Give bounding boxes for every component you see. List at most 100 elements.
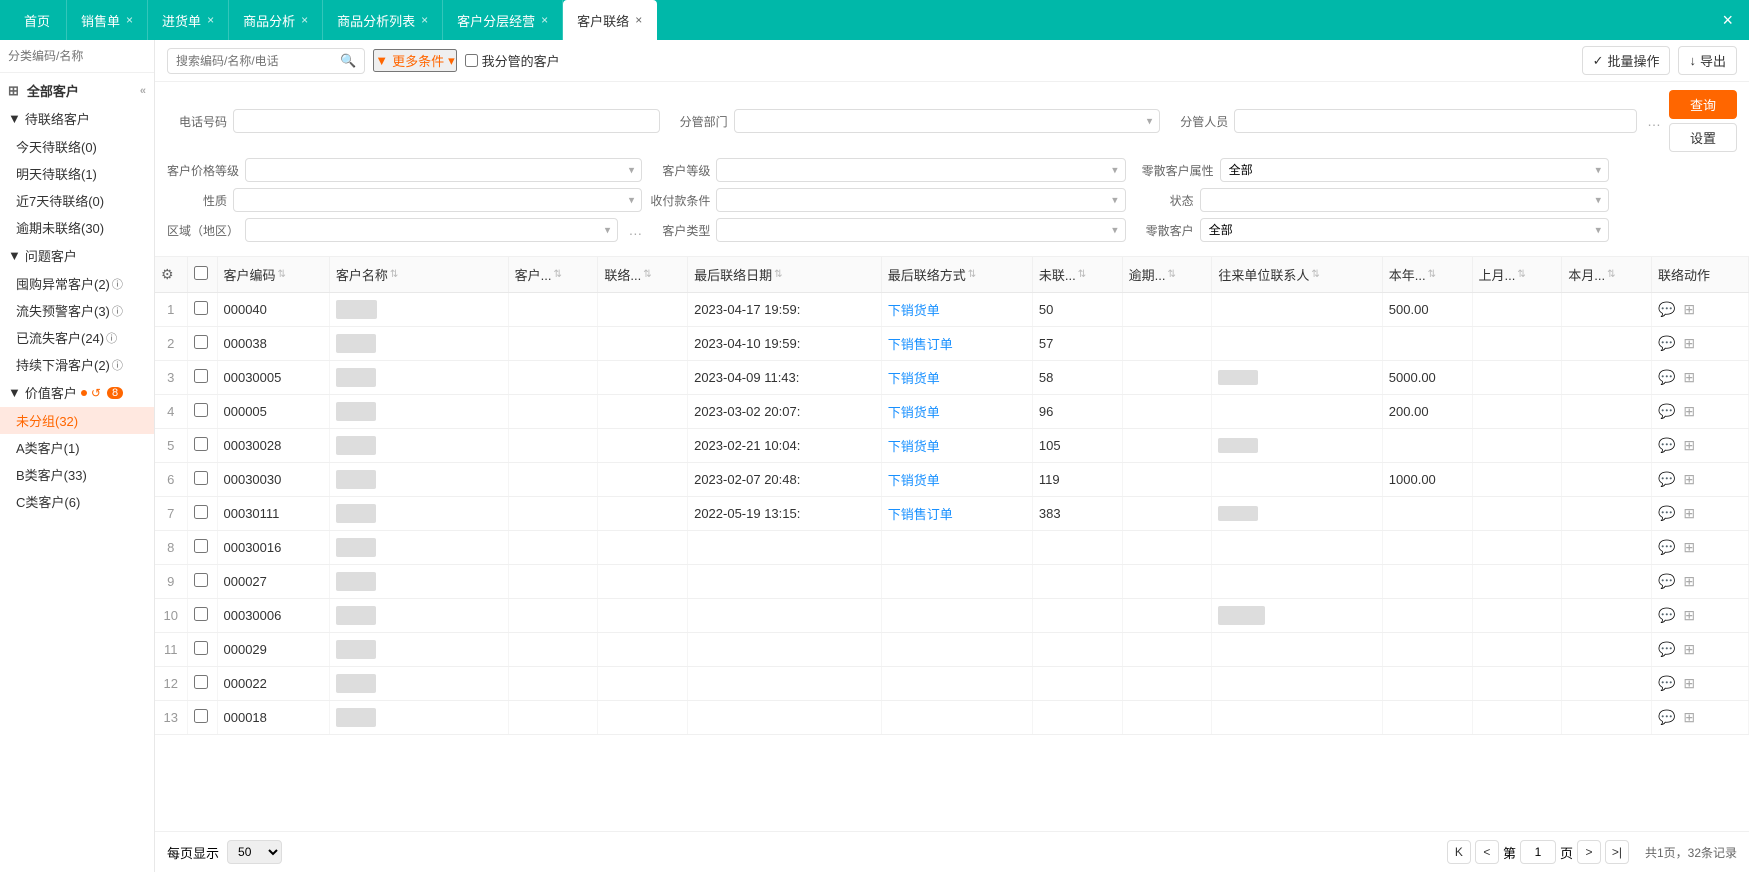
last-method-link[interactable]: 下销货单	[888, 439, 940, 454]
chat-action-icon[interactable]: 💬	[1658, 539, 1675, 556]
chat-action-icon[interactable]: 💬	[1658, 301, 1675, 318]
row-checkbox[interactable]	[194, 437, 208, 451]
sidebar-item-declining[interactable]: 持续下滑客户(2) ⓘ	[0, 351, 154, 378]
filter-price-level-select[interactable]	[245, 158, 642, 182]
close-purchase-tab-icon[interactable]: ×	[207, 13, 214, 27]
col-checkbox[interactable]	[187, 257, 217, 293]
last-method-link[interactable]: 下销售订单	[888, 337, 953, 352]
chat-action-icon[interactable]: 💬	[1658, 471, 1675, 488]
sidebar-item-ungroup[interactable]: 未分组(32)	[0, 407, 154, 434]
all-customers-header[interactable]: ⊞ 全部客户 «	[0, 73, 154, 104]
page-number-input[interactable]	[1520, 840, 1556, 864]
sidebar-item-warning[interactable]: 流失预警客户(3) ⓘ	[0, 297, 154, 324]
row-checkbox[interactable]	[194, 403, 208, 417]
filter-status-select[interactable]	[1200, 188, 1609, 212]
reset-button[interactable]: 设置	[1669, 123, 1737, 152]
sidebar-group-pending[interactable]: ▼ 待联络客户	[0, 104, 154, 133]
filter-retail-customer-select[interactable]: 全部	[1200, 218, 1609, 242]
nav-home[interactable]: 首页	[8, 0, 67, 40]
more-action-icon[interactable]: ⊞	[1683, 437, 1695, 454]
sidebar-item-7days[interactable]: 近7天待联络(0)	[0, 187, 154, 214]
chat-action-icon[interactable]: 💬	[1658, 403, 1675, 420]
more-action-icon[interactable]: ⊞	[1683, 403, 1695, 420]
col-last-date[interactable]: 最后联络日期⇅	[688, 257, 882, 293]
chat-action-icon[interactable]: 💬	[1658, 641, 1675, 658]
sidebar-item-abnormal[interactable]: 囤购异常客户(2) ⓘ	[0, 270, 154, 297]
sidebar-item-overdue[interactable]: 逾期未联络(30)	[0, 214, 154, 241]
filter-manager-more-icon[interactable]: …	[1647, 113, 1661, 129]
row-checkbox[interactable]	[194, 335, 208, 349]
last-method-link[interactable]: 下销货单	[888, 405, 940, 420]
close-customer-contact-tab-icon[interactable]: ×	[635, 13, 642, 27]
close-analysis-tab-icon[interactable]: ×	[301, 13, 308, 27]
more-action-icon[interactable]: ⊞	[1683, 505, 1695, 522]
filter-payment-select[interactable]	[716, 188, 1125, 212]
last-method-link[interactable]: 下销货单	[888, 473, 940, 488]
more-action-icon[interactable]: ⊞	[1683, 607, 1695, 624]
export-button[interactable]: ↓ 导出	[1678, 46, 1737, 75]
last-method-link[interactable]: 下销货单	[888, 371, 940, 386]
sidebar-item-tomorrow[interactable]: 明天待联络(1)	[0, 160, 154, 187]
more-action-icon[interactable]: ⊞	[1683, 369, 1695, 386]
chat-action-icon[interactable]: 💬	[1658, 369, 1675, 386]
main-search-input[interactable]	[176, 54, 336, 68]
row-checkbox[interactable]	[194, 301, 208, 315]
sidebar-item-class-a[interactable]: A类客户(1)	[0, 434, 154, 461]
row-checkbox[interactable]	[194, 573, 208, 587]
chat-action-icon[interactable]: 💬	[1658, 675, 1675, 692]
col-contact[interactable]: 联络...⇅	[598, 257, 688, 293]
close-customer-segment-tab-icon[interactable]: ×	[541, 13, 548, 27]
row-checkbox[interactable]	[194, 641, 208, 655]
nav-tab-purchase[interactable]: 进货单 ×	[148, 0, 229, 40]
col-code[interactable]: 客户编码⇅	[217, 257, 329, 293]
row-checkbox[interactable]	[194, 369, 208, 383]
batch-ops-button[interactable]: ✓ 批量操作	[1582, 46, 1671, 75]
close-sales-tab-icon[interactable]: ×	[126, 13, 133, 27]
close-all-tabs-button[interactable]: ×	[1714, 10, 1741, 31]
page-size-select[interactable]: 50 100 200	[227, 840, 282, 864]
chat-action-icon[interactable]: 💬	[1658, 573, 1675, 590]
more-action-icon[interactable]: ⊞	[1683, 539, 1695, 556]
prev-page-button[interactable]: <	[1475, 840, 1499, 864]
row-checkbox[interactable]	[194, 709, 208, 723]
sidebar-item-class-c[interactable]: C类客户(6)	[0, 488, 154, 515]
sidebar-search-input[interactable]	[8, 49, 155, 63]
col-name[interactable]: 客户名称⇅	[329, 257, 508, 293]
col-unliaised[interactable]: 未联...⇅	[1032, 257, 1122, 293]
my-customers-checkbox[interactable]	[465, 54, 478, 67]
close-analysis-list-tab-icon[interactable]: ×	[421, 13, 428, 27]
nav-tab-analysis-list[interactable]: 商品分析列表 ×	[323, 0, 443, 40]
sidebar-item-today[interactable]: 今天待联络(0)	[0, 133, 154, 160]
more-action-icon[interactable]: ⊞	[1683, 335, 1695, 352]
chat-action-icon[interactable]: 💬	[1658, 335, 1675, 352]
chat-action-icon[interactable]: 💬	[1658, 437, 1675, 454]
first-page-button[interactable]: K	[1447, 840, 1471, 864]
last-method-link[interactable]: 下销货单	[888, 303, 940, 318]
col-settings[interactable]: ⚙	[155, 257, 187, 293]
col-overdue[interactable]: 逾期...⇅	[1122, 257, 1212, 293]
query-button[interactable]: 查询	[1669, 90, 1737, 119]
col-partners[interactable]: 往来单位联系人⇅	[1212, 257, 1382, 293]
nav-tab-customer-contact[interactable]: 客户联络 ×	[563, 0, 657, 40]
last-method-link[interactable]: 下销售订单	[888, 507, 953, 522]
row-checkbox[interactable]	[194, 505, 208, 519]
col-last-month[interactable]: 上月...⇅	[1472, 257, 1562, 293]
main-search-icon[interactable]: 🔍	[340, 53, 356, 69]
sidebar-group-value[interactable]: ▼ 价值客户 ↺ 8	[0, 378, 154, 407]
filter-phone-input[interactable]	[233, 109, 660, 133]
nav-tab-analysis[interactable]: 商品分析 ×	[229, 0, 323, 40]
col-year-amt[interactable]: 本年...⇅	[1382, 257, 1472, 293]
more-filter-button[interactable]: ▼ 更多条件 ▾	[373, 49, 456, 72]
settings-icon[interactable]: ⚙	[161, 266, 174, 282]
last-page-button[interactable]: >|	[1605, 840, 1629, 864]
next-page-button[interactable]: >	[1577, 840, 1601, 864]
collapse-sidebar-icon[interactable]: «	[140, 85, 146, 97]
col-type[interactable]: 客户...⇅	[508, 257, 598, 293]
more-action-icon[interactable]: ⊞	[1683, 709, 1695, 726]
row-checkbox[interactable]	[194, 471, 208, 485]
filter-nature-select[interactable]	[233, 188, 642, 212]
nav-tab-sales[interactable]: 销售单 ×	[67, 0, 148, 40]
filter-retail-attr-select[interactable]: 全部	[1220, 158, 1609, 182]
chat-action-icon[interactable]: 💬	[1658, 607, 1675, 624]
refresh-icon[interactable]: ↺	[91, 386, 101, 400]
